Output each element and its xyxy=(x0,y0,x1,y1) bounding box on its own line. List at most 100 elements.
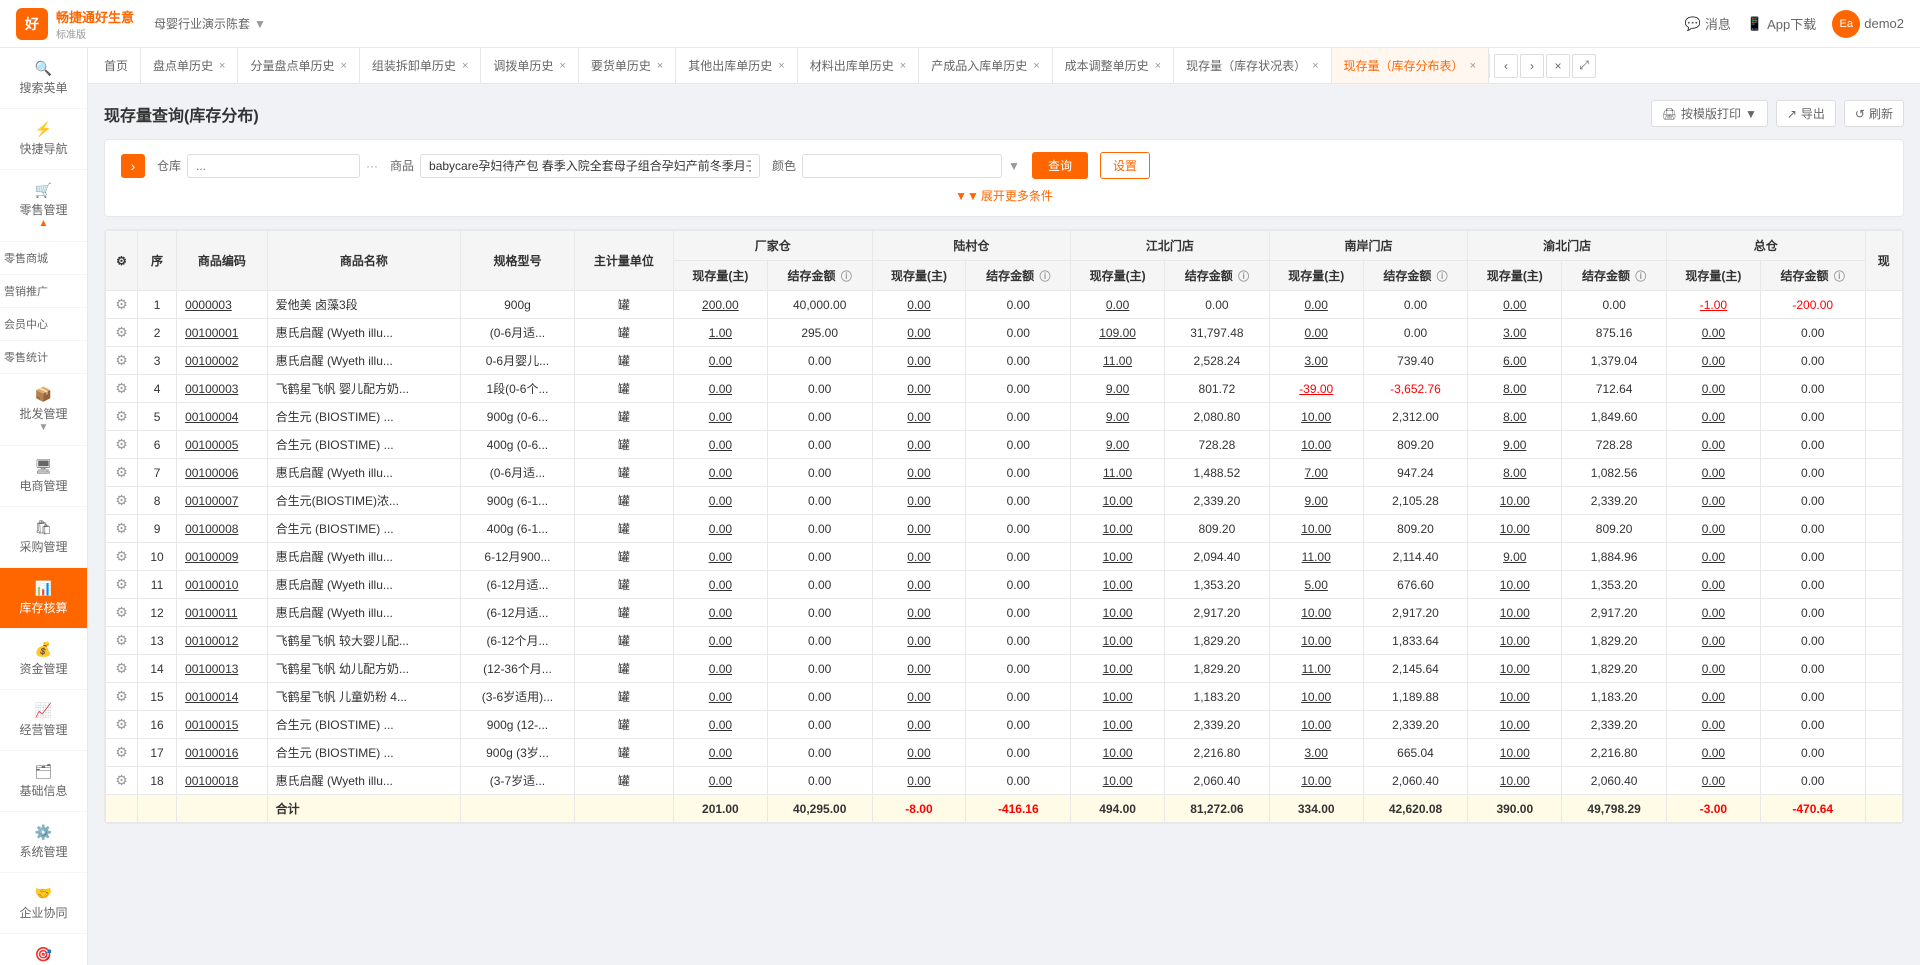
row-total-cur[interactable]: 0.00 xyxy=(1666,487,1760,515)
tab-close-icon[interactable]: × xyxy=(1312,60,1318,72)
tab-close-icon[interactable]: × xyxy=(340,60,346,72)
row-gear[interactable]: ⚙ xyxy=(106,487,138,515)
row-yubei-cur[interactable]: 8.00 xyxy=(1468,459,1562,487)
tab-close-icon[interactable]: × xyxy=(462,60,468,72)
tab-transfer[interactable]: 调拨单历史 × xyxy=(481,48,578,84)
row-code[interactable]: 00100002 xyxy=(177,347,268,375)
row-total-cur[interactable]: 0.00 xyxy=(1666,711,1760,739)
expand-conditions-btn[interactable]: ▼▼ 展开更多条件 xyxy=(955,187,1053,204)
row-yubei-cur[interactable]: 10.00 xyxy=(1468,739,1562,767)
row-yubei-cur[interactable]: 10.00 xyxy=(1468,515,1562,543)
tab-next-btn[interactable]: › xyxy=(1520,54,1544,78)
row-yubei-cur[interactable]: 8.00 xyxy=(1468,403,1562,431)
row-changjia-cur[interactable]: 1.00 xyxy=(673,319,767,347)
row-code[interactable]: 0000003 xyxy=(177,291,268,319)
row-nanan-cur[interactable]: 5.00 xyxy=(1269,571,1363,599)
row-gear[interactable]: ⚙ xyxy=(106,627,138,655)
changjia-info-icon[interactable]: ⓘ xyxy=(841,271,852,283)
row-code[interactable]: 00100004 xyxy=(177,403,268,431)
row-gear[interactable]: ⚙ xyxy=(106,319,138,347)
tab-stock-status[interactable]: 现存量（库存状况表） × xyxy=(1174,48,1331,84)
tab-inventory-count[interactable]: 盘点单历史 × xyxy=(141,48,238,84)
row-code[interactable]: 00100011 xyxy=(177,599,268,627)
row-nanan-cur[interactable]: 7.00 xyxy=(1269,459,1363,487)
row-total-cur[interactable]: 0.00 xyxy=(1666,683,1760,711)
tab-prev-btn[interactable]: ‹ xyxy=(1494,54,1518,78)
row-nanan-cur[interactable]: 10.00 xyxy=(1269,403,1363,431)
row-changjia-cur[interactable]: 0.00 xyxy=(673,711,767,739)
row-nanan-cur[interactable]: 3.00 xyxy=(1269,347,1363,375)
row-nanan-cur[interactable]: 10.00 xyxy=(1269,767,1363,795)
row-nanan-cur[interactable]: 11.00 xyxy=(1269,655,1363,683)
row-jiangbei-cur[interactable]: 10.00 xyxy=(1071,655,1165,683)
row-gear[interactable]: ⚙ xyxy=(106,403,138,431)
row-yubei-cur[interactable]: 10.00 xyxy=(1468,627,1562,655)
total-info-icon[interactable]: ⓘ xyxy=(1834,271,1845,283)
row-code[interactable]: 00100010 xyxy=(177,571,268,599)
tab-material-out[interactable]: 材料出库单历史 × xyxy=(798,48,919,84)
row-nanan-cur[interactable]: 3.00 xyxy=(1269,739,1363,767)
sidebar-sub-marketing[interactable]: 营销推广 xyxy=(0,275,87,308)
sidebar-item-search[interactable]: 🔍 搜索英单 xyxy=(0,48,87,109)
row-code[interactable]: 00100016 xyxy=(177,739,268,767)
row-lucun-cur[interactable]: 0.00 xyxy=(872,543,966,571)
row-gear[interactable]: ⚙ xyxy=(106,571,138,599)
sidebar-item-purchase[interactable]: 🛍 采购管理 xyxy=(0,507,87,568)
row-nanan-cur[interactable]: 0.00 xyxy=(1269,291,1363,319)
row-changjia-cur[interactable]: 0.00 xyxy=(673,571,767,599)
row-lucun-cur[interactable]: 0.00 xyxy=(872,347,966,375)
refresh-btn[interactable]: ↺ 刷新 xyxy=(1844,100,1904,127)
row-gear[interactable]: ⚙ xyxy=(106,291,138,319)
row-nanan-cur[interactable]: 10.00 xyxy=(1269,683,1363,711)
row-nanan-cur[interactable]: 11.00 xyxy=(1269,543,1363,571)
row-yubei-cur[interactable]: 10.00 xyxy=(1468,599,1562,627)
app-download-btn[interactable]: 📱 App下载 xyxy=(1747,14,1816,33)
row-lucun-cur[interactable]: 0.00 xyxy=(872,291,966,319)
row-nanan-cur[interactable]: 0.00 xyxy=(1269,319,1363,347)
row-lucun-cur[interactable]: 0.00 xyxy=(872,571,966,599)
row-changjia-cur[interactable]: 0.00 xyxy=(673,739,767,767)
row-changjia-cur[interactable]: 0.00 xyxy=(673,487,767,515)
tab-branch-count[interactable]: 分量盘点单历史 × xyxy=(238,48,359,84)
row-yubei-cur[interactable]: 9.00 xyxy=(1468,543,1562,571)
tab-close-all-btn[interactable]: × xyxy=(1546,54,1570,78)
tab-close-icon[interactable]: × xyxy=(778,60,784,72)
row-total-cur[interactable]: 0.00 xyxy=(1666,767,1760,795)
row-total-cur[interactable]: 0.00 xyxy=(1666,431,1760,459)
row-total-cur[interactable]: 0.00 xyxy=(1666,571,1760,599)
row-lucun-cur[interactable]: 0.00 xyxy=(872,655,966,683)
tab-close-icon[interactable]: × xyxy=(657,60,663,72)
row-gear[interactable]: ⚙ xyxy=(106,515,138,543)
row-lucun-cur[interactable]: 0.00 xyxy=(872,627,966,655)
row-yubei-cur[interactable]: 10.00 xyxy=(1468,487,1562,515)
row-lucun-cur[interactable]: 0.00 xyxy=(872,459,966,487)
row-jiangbei-cur[interactable]: 9.00 xyxy=(1071,375,1165,403)
sidebar-item-wholesale[interactable]: 📦 批发管理 ▼ xyxy=(0,374,87,446)
row-lucun-cur[interactable]: 0.00 xyxy=(872,319,966,347)
row-lucun-cur[interactable]: 0.00 xyxy=(872,683,966,711)
color-dropdown-icon[interactable]: ▼ xyxy=(1008,159,1020,173)
row-jiangbei-cur[interactable]: 0.00 xyxy=(1071,291,1165,319)
row-code[interactable]: 00100007 xyxy=(177,487,268,515)
sidebar-item-retail[interactable]: 🛒 零售管理 ▲ xyxy=(0,170,87,242)
sidebar-item-ops[interactable]: 📈 经营管理 xyxy=(0,690,87,751)
row-yubei-cur[interactable]: 10.00 xyxy=(1468,655,1562,683)
row-jiangbei-cur[interactable]: 10.00 xyxy=(1071,683,1165,711)
tab-home[interactable]: 首页 xyxy=(92,48,141,84)
col-gear-header[interactable]: ⚙ xyxy=(106,231,138,291)
tab-stock-dist[interactable]: 现存量（库存分布表） × xyxy=(1332,48,1489,84)
sidebar-item-finance[interactable]: 💰 资金管理 xyxy=(0,629,87,690)
row-code[interactable]: 00100008 xyxy=(177,515,268,543)
row-code[interactable]: 00100012 xyxy=(177,627,268,655)
search-btn[interactable]: 查询 xyxy=(1032,152,1088,179)
row-code[interactable]: 00100009 xyxy=(177,543,268,571)
sidebar-item-guide[interactable]: 🎯 新手引导 xyxy=(0,934,87,965)
tab-fullscreen-btn[interactable]: ⤢ xyxy=(1572,54,1596,78)
row-jiangbei-cur[interactable]: 11.00 xyxy=(1071,459,1165,487)
row-nanan-cur[interactable]: 10.00 xyxy=(1269,711,1363,739)
row-gear[interactable]: ⚙ xyxy=(106,739,138,767)
row-nanan-cur[interactable]: 10.00 xyxy=(1269,431,1363,459)
row-lucun-cur[interactable]: 0.00 xyxy=(872,739,966,767)
lucun-info-icon[interactable]: ⓘ xyxy=(1039,271,1050,283)
tab-close-icon[interactable]: × xyxy=(1033,60,1039,72)
